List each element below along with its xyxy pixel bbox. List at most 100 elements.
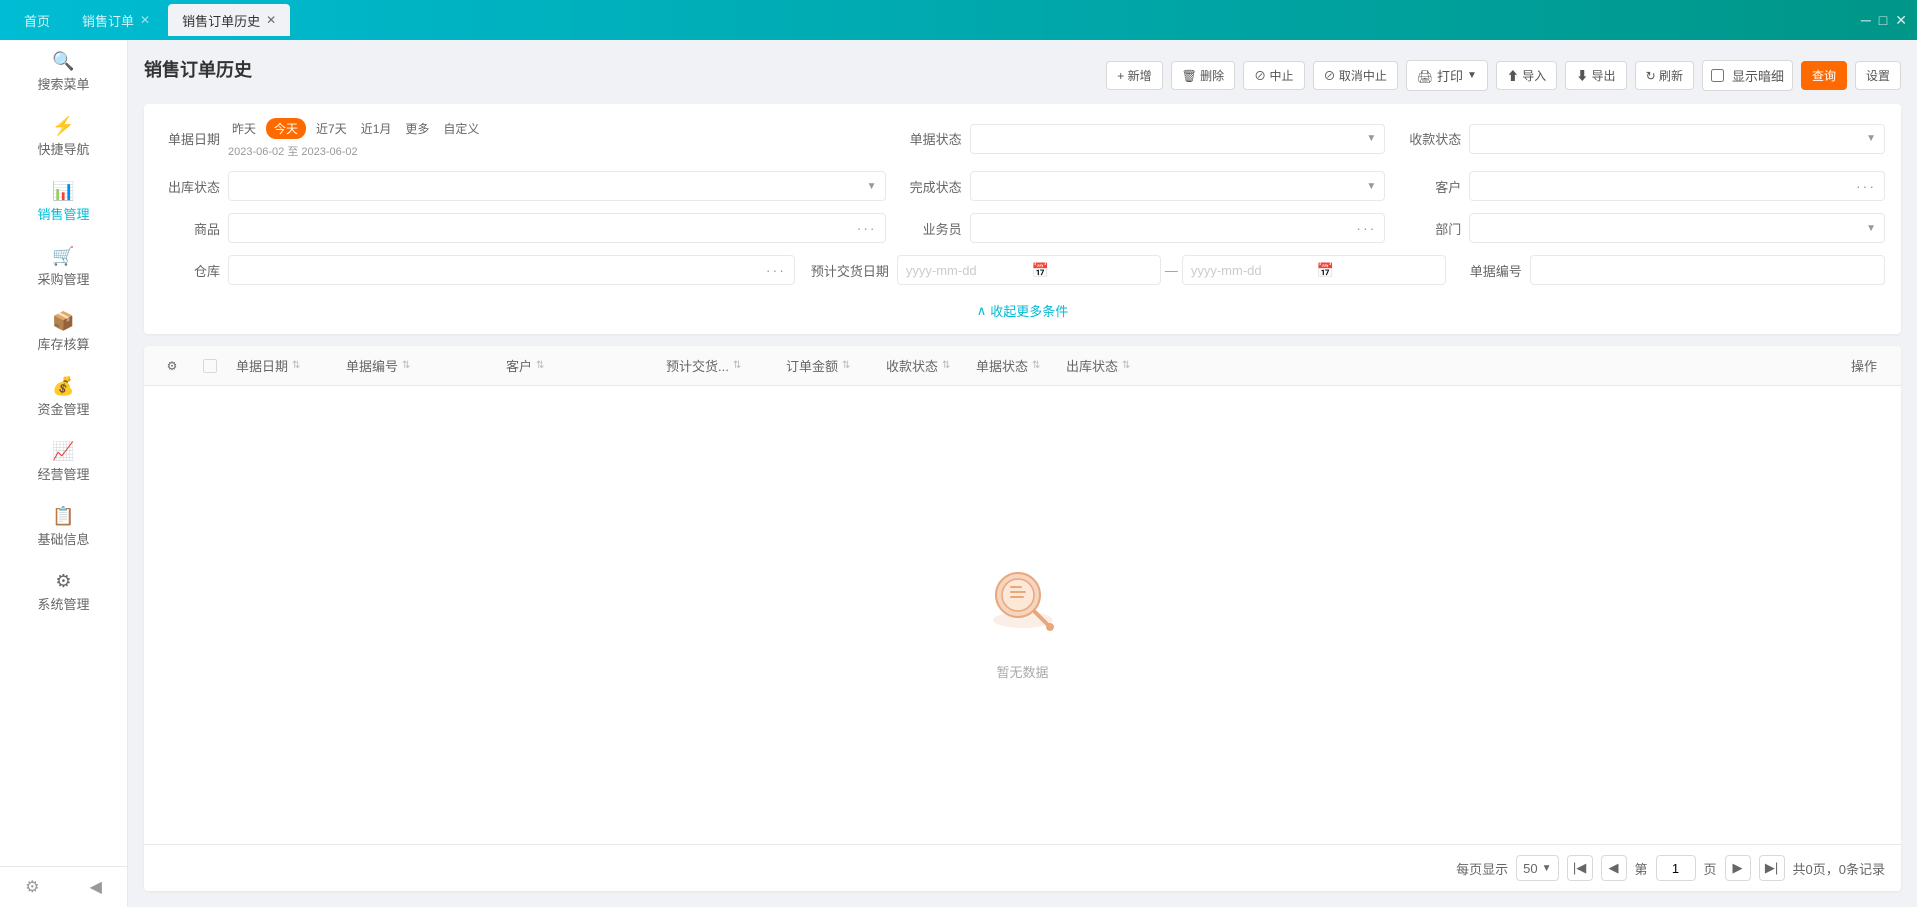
delivery-date-from[interactable]: yyyy-mm-dd 📅 [897, 255, 1161, 285]
sidebar-item-purchase[interactable]: 🛒 采购管理 [0, 235, 127, 300]
date-option-7days[interactable]: 近7天 [312, 118, 351, 139]
tab-home[interactable]: 首页 [10, 4, 64, 36]
query-button[interactable]: 查询 [1801, 61, 1847, 90]
filter-warehouse: 仓库 ··· [160, 255, 795, 285]
date-option-more[interactable]: 更多 [401, 118, 433, 139]
page-last-button[interactable]: ▶| [1759, 855, 1785, 881]
sidebar-item-sales[interactable]: 📊 销售管理 [0, 170, 127, 235]
th-delivery[interactable]: 预计交货... ⇅ [658, 356, 778, 375]
th-payment[interactable]: 收款状态 ⇅ [878, 356, 968, 375]
delivery-date-label: 预计交货日期 [811, 261, 889, 280]
settings-button[interactable]: 设置 [1855, 61, 1901, 90]
tab-sales-order-close[interactable]: ✕ [140, 13, 150, 27]
filter-row-2: 出库状态 ▼ 完成状态 ▼ 客户 ··· [160, 171, 1885, 201]
page-first-button[interactable]: |◀ [1567, 855, 1593, 881]
complete-status-select[interactable]: ▼ [970, 171, 1386, 201]
maximize-icon[interactable]: □ [1879, 12, 1887, 28]
select-all-checkbox[interactable] [203, 359, 217, 373]
salesperson-select[interactable]: ··· [970, 213, 1386, 243]
refresh-button[interactable]: ↻ 刷新 [1635, 61, 1694, 90]
display-cols-checkbox[interactable] [1711, 69, 1724, 82]
table-section: ⚙ 单据日期 ⇅ 单据编号 ⇅ 客户 ⇅ 预计交货... [144, 346, 1901, 891]
filter-out-status: 出库状态 ▼ [160, 171, 886, 201]
sidebar-item-finance[interactable]: 💰 资金管理 [0, 365, 127, 430]
th-bill-no[interactable]: 单据编号 ⇅ [338, 356, 498, 375]
th-checkbox[interactable] [192, 359, 228, 373]
tab-sales-order[interactable]: 销售订单 ✕ [68, 4, 164, 36]
collapse-sidebar-icon[interactable]: ◀ [90, 877, 102, 897]
calendar-from-icon: 📅 [1032, 262, 1152, 279]
collapse-bar[interactable]: ∧ 收起更多条件 [160, 297, 1885, 320]
import-button[interactable]: ⬆ 导入 [1496, 61, 1557, 90]
per-page-arrow-icon: ▼ [1542, 863, 1552, 874]
sidebar-item-quick-nav-label: 快捷导航 [37, 139, 89, 158]
delivery-date-to[interactable]: yyyy-mm-dd 📅 [1182, 255, 1446, 285]
date-option-yesterday[interactable]: 昨天 [228, 118, 260, 139]
product-select[interactable]: ··· [228, 213, 886, 243]
sidebar-item-quick-nav[interactable]: ⚡ 快捷导航 [0, 105, 127, 170]
table-header: ⚙ 单据日期 ⇅ 单据编号 ⇅ 客户 ⇅ 预计交货... [144, 346, 1901, 386]
system-icon: ⚙ [55, 572, 71, 590]
delete-button[interactable]: 🗑 删除 [1171, 61, 1236, 90]
new-button[interactable]: + 新增 [1106, 61, 1162, 90]
print-button[interactable]: 🖨 打印 ▼ [1406, 60, 1488, 91]
customer-select[interactable]: ··· [1469, 171, 1885, 201]
warehouse-select[interactable]: ··· [228, 255, 795, 285]
th-customer-sort-icon: ⇅ [536, 360, 544, 371]
page-prev-button[interactable]: ◀ [1601, 855, 1627, 881]
date-option-today[interactable]: 今天 [266, 118, 306, 139]
customer-dots-icon: ··· [1856, 178, 1876, 194]
department-select[interactable]: ▼ [1469, 213, 1885, 243]
date-option-1month[interactable]: 近1月 [357, 118, 396, 139]
page-input[interactable] [1656, 855, 1696, 881]
sidebar-item-inventory[interactable]: 📦 库存核算 [0, 300, 127, 365]
out-status-select[interactable]: ▼ [228, 171, 886, 201]
bill-status-label: 单据状态 [902, 129, 962, 148]
filter-bill-status: 单据状态 ▼ [902, 124, 1386, 154]
bill-status-select[interactable]: ▼ [970, 124, 1386, 154]
display-cols-toggle[interactable]: 显示暗细 [1702, 60, 1793, 91]
finance-icon: 💰 [52, 377, 74, 395]
filter-department: 部门 ▼ [1401, 213, 1885, 243]
th-payment-label: 收款状态 [886, 356, 938, 375]
tab-sales-order-history[interactable]: 销售订单历史 ✕ [168, 4, 290, 36]
th-out-status[interactable]: 出库状态 ⇅ [1058, 356, 1148, 375]
empty-state: 暂无数据 [144, 386, 1901, 844]
export-button[interactable]: ⬇ 导出 [1565, 61, 1626, 90]
close-icon[interactable]: ✕ [1895, 12, 1907, 29]
sidebar-item-system-label: 系统管理 [37, 594, 89, 613]
cancel-stop-button[interactable]: ⊘ 取消中止 [1313, 61, 1398, 90]
sidebar-item-operations[interactable]: 📈 经营管理 [0, 430, 127, 495]
date-options: 昨天 今天 近7天 近1月 更多 自定义 [228, 118, 483, 139]
bill-status-arrow-icon: ▼ [1366, 133, 1376, 144]
per-page-select[interactable]: 50 ▼ [1516, 855, 1558, 881]
th-status[interactable]: 单据状态 ⇅ [968, 356, 1058, 375]
sidebar-item-basic-info[interactable]: 📋 基础信息 [0, 495, 127, 560]
tab-bar: 首页 销售订单 ✕ 销售订单历史 ✕ [10, 4, 1857, 36]
complete-status-label: 完成状态 [902, 177, 962, 196]
th-amount[interactable]: 订单金额 ⇅ [778, 356, 878, 375]
sidebar-item-basic-info-label: 基础信息 [37, 529, 89, 548]
th-date[interactable]: 单据日期 ⇅ [228, 356, 338, 375]
minimize-icon[interactable]: ─ [1861, 12, 1871, 28]
bill-no-input[interactable] [1530, 255, 1885, 285]
sidebar-item-search[interactable]: 🔍 搜索菜单 [0, 40, 127, 105]
th-customer[interactable]: 客户 ⇅ [498, 356, 658, 375]
sidebar-item-system[interactable]: ⚙ 系统管理 [0, 560, 127, 625]
payment-status-select[interactable]: ▼ [1469, 124, 1885, 154]
page-next-button[interactable]: ▶ [1725, 855, 1751, 881]
th-amount-label: 订单金额 [786, 356, 838, 375]
bill-no-label: 单据编号 [1462, 261, 1522, 280]
stop-button[interactable]: ⊘ 中止 [1243, 61, 1304, 90]
filter-salesperson: 业务员 ··· [902, 213, 1386, 243]
th-action-label: 操作 [1851, 356, 1877, 375]
department-arrow-icon: ▼ [1866, 223, 1876, 234]
out-status-arrow-icon: ▼ [867, 181, 877, 192]
date-option-custom[interactable]: 自定义 [439, 118, 483, 139]
sidebar-item-operations-label: 经营管理 [37, 464, 89, 483]
tab-sales-order-history-close[interactable]: ✕ [266, 13, 276, 27]
th-settings[interactable]: ⚙ [152, 359, 192, 373]
settings-bottom-icon[interactable]: ⚙ [25, 877, 39, 897]
filter-date: 单据日期 昨天 今天 近7天 近1月 更多 自定义 2023-06-02 至 2… [160, 118, 886, 159]
calendar-to-icon: 📅 [1317, 262, 1437, 279]
